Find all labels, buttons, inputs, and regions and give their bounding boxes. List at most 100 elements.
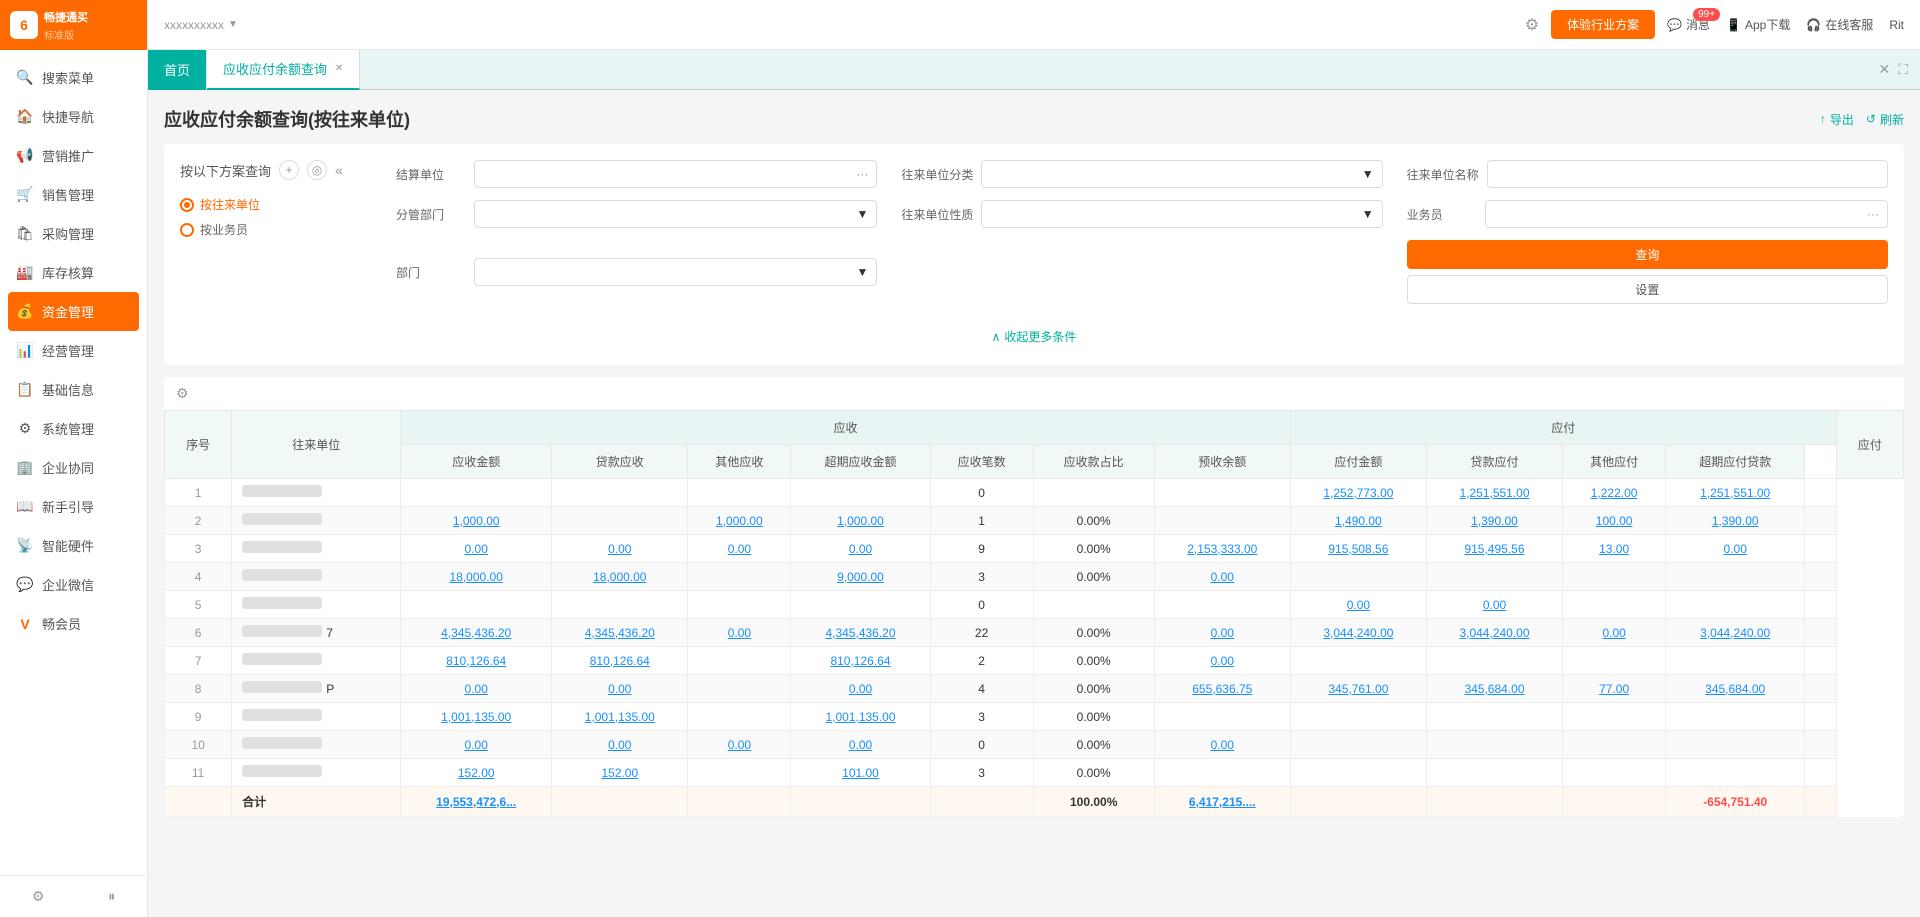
col-ar-amount: 应收金额 <box>401 445 552 479</box>
sidebar-item-purchase[interactable]: 🛍 采购管理 <box>0 214 147 253</box>
col-extra: 应付 <box>1836 411 1903 479</box>
sidebar-item-label: 畅会员 <box>42 614 81 633</box>
topbar-right: 💬 消息 99+ 📱 App下载 🎧 在线客服 Rit <box>1667 16 1904 33</box>
table-row: 674,345,436.204,345,436.200.004,345,436.… <box>165 619 1904 647</box>
sidebar-item-corp[interactable]: 🏢 企业协同 <box>0 448 147 487</box>
radio-partner <box>180 198 194 212</box>
sidebar-item-system[interactable]: ⚙ 系统管理 <box>0 409 147 448</box>
filter-setting-button[interactable]: ◎ <box>307 160 327 180</box>
app-download-button[interactable]: 📱 App下载 <box>1726 16 1790 33</box>
table-row: 91,001,135.001,001,135.001,001,135.0030.… <box>165 703 1904 731</box>
filter-input-salesman[interactable]: ··· <box>1485 200 1888 228</box>
collapse-more-button[interactable]: ∧ 收起更多条件 <box>180 324 1888 349</box>
topbar: xxxxxxxxxx ▼ ⚙ 体验行业方案 💬 消息 99+ 📱 App下载 🎧… <box>148 0 1920 50</box>
filter-item-category: 往来单位分类 ▼ <box>901 160 1382 188</box>
footer-ar-amount[interactable]: 19,553,472,6... <box>401 787 552 817</box>
collapse-icon[interactable]: ⏸ <box>108 888 115 905</box>
sidebar-menu: 🔍 搜索菜单 🏠 快捷导航 📢 营销推广 🛒 销售管理 🛍 采购管理 🏭 库存核… <box>0 50 147 875</box>
table-row: 500.000.00 <box>165 591 1904 619</box>
page-container: 应收应付余额查询(按往来单位) ↑ 导出 ↺ 刷新 按以下方案查询 + <box>148 90 1920 833</box>
settings-footer-icon[interactable]: ⚙ <box>32 888 45 905</box>
refresh-button[interactable]: ↺ 刷新 <box>1866 111 1904 128</box>
messages-button[interactable]: 💬 消息 99+ <box>1667 16 1710 33</box>
table-toolbar: ⚙ <box>164 377 1904 410</box>
filter-select-dept[interactable]: ▼ <box>474 200 877 228</box>
online-service-button[interactable]: 🎧 在线客服 <box>1806 16 1873 33</box>
sidebar-item-guide[interactable]: 📖 新手引导 <box>0 487 147 526</box>
col-ar-loan: 贷款应收 <box>552 445 688 479</box>
sidebar-item-vip[interactable]: V 畅会员 <box>0 604 147 643</box>
close-icon[interactable]: ✕ <box>335 63 343 74</box>
table-row: 30.000.000.000.0090.00%2,153,333.00915,5… <box>165 535 1904 563</box>
col-partner: 往来单位 <box>232 411 401 479</box>
maximize-icon[interactable]: ⛶ <box>1898 61 1908 78</box>
col-group-payable: 应付 <box>1290 411 1836 445</box>
system-icon: ⚙ <box>16 420 34 438</box>
filter-collapse-icon[interactable]: « <box>335 162 343 178</box>
chevron-up-icon: ∧ <box>992 330 1001 344</box>
col-ar-other: 其他应收 <box>688 445 791 479</box>
col-no: 序号 <box>165 411 232 479</box>
messages-badge: 99+ <box>1693 8 1720 21</box>
tab-home[interactable]: 首页 <box>148 50 207 90</box>
option-partner-label: 按往来单位 <box>200 196 260 213</box>
filter-option-salesman[interactable]: 按业务员 <box>180 221 248 238</box>
purchase-icon: 🛍 <box>16 225 34 243</box>
filter-select-nature[interactable]: ▼ <box>981 200 1382 228</box>
filter-select-category[interactable]: ▼ <box>981 160 1382 188</box>
close-window-icon[interactable]: ✕ <box>1878 61 1890 78</box>
footer-empty4 <box>791 787 930 817</box>
user-avatar[interactable]: Rit <box>1889 18 1904 32</box>
query-button[interactable]: 查询 <box>1407 240 1888 269</box>
filter-input-settlement[interactable]: ··· <box>474 160 877 188</box>
filter-label-name: 往来单位名称 <box>1407 166 1479 183</box>
sidebar-item-label: 库存核算 <box>42 263 94 282</box>
table-row: 21,000.001,000.001,000.0010.00%1,490.001… <box>165 507 1904 535</box>
settings-button[interactable]: 设置 <box>1407 275 1888 304</box>
col-ap-loan: 贷款应付 <box>1426 445 1562 479</box>
export-button[interactable]: ↑ 导出 <box>1820 111 1854 128</box>
trial-button[interactable]: 体验行业方案 <box>1551 10 1655 39</box>
filter-label-department: 部门 <box>396 264 466 281</box>
table-row: 11152.00152.00101.0030.00% <box>165 759 1904 787</box>
sidebar-item-operation[interactable]: 📊 经营管理 <box>0 331 147 370</box>
inventory-icon: 🏭 <box>16 264 34 282</box>
filter-input-name[interactable] <box>1487 160 1888 188</box>
sidebar-item-label: 基础信息 <box>42 380 94 399</box>
footer-empty <box>165 787 232 817</box>
corp-icon: 🏢 <box>16 459 34 477</box>
filter-item-department: 部门 ▼ <box>396 240 877 304</box>
filter-title-row: 按以下方案查询 + ◎ « <box>180 160 380 180</box>
sidebar-item-finance[interactable]: 💰 资金管理 <box>8 292 139 331</box>
sidebar-item-search[interactable]: 🔍 搜索菜单 <box>0 58 147 97</box>
logo: 6 畅捷通买 标准版 <box>0 0 147 50</box>
tab-arbalance[interactable]: 应收应付余额查询 ✕ <box>207 50 360 90</box>
sidebar-item-shortcut[interactable]: 🏠 快捷导航 <box>0 97 147 136</box>
sidebar-item-sales[interactable]: 🛒 销售管理 <box>0 175 147 214</box>
export-icon: ↑ <box>1820 112 1826 126</box>
sidebar-item-inventory[interactable]: 🏭 库存核算 <box>0 253 147 292</box>
filter-section: 按以下方案查询 + ◎ « 按往来单位 按业务 <box>164 144 1904 365</box>
sidebar-item-hardware[interactable]: 📡 智能硬件 <box>0 526 147 565</box>
sidebar-item-basic[interactable]: 📋 基础信息 <box>0 370 147 409</box>
topbar-gear-icon[interactable]: ⚙ <box>1525 15 1539 35</box>
filter-item-settlement: 结算单位 ··· <box>396 160 877 188</box>
filter-select-department[interactable]: ▼ <box>474 258 877 286</box>
tab-home-label: 首页 <box>164 60 190 79</box>
basic-icon: 📋 <box>16 381 34 399</box>
footer-empty3 <box>688 787 791 817</box>
col-ar-count: 应收笔数 <box>930 445 1033 479</box>
sidebar-item-marketing[interactable]: 📢 营销推广 <box>0 136 147 175</box>
footer-ar-prepaid[interactable]: 6,417,215.... <box>1154 787 1290 817</box>
logo-text: 畅捷通买 标准版 <box>44 9 88 42</box>
filter-add-button[interactable]: + <box>279 160 299 180</box>
filter-label-category: 往来单位分类 <box>901 166 973 183</box>
filter-option2-group: 按业务员 <box>180 217 380 242</box>
sidebar-item-wechat[interactable]: 💬 企业微信 <box>0 565 147 604</box>
operation-icon: 📊 <box>16 342 34 360</box>
service-label: 在线客服 <box>1825 16 1873 33</box>
sidebar-item-label: 搜索菜单 <box>42 68 94 87</box>
tabbar-controls: ✕ ⛶ <box>1878 61 1920 78</box>
table-settings-icon[interactable]: ⚙ <box>176 385 189 402</box>
filter-option-partner[interactable]: 按往来单位 <box>180 196 260 213</box>
